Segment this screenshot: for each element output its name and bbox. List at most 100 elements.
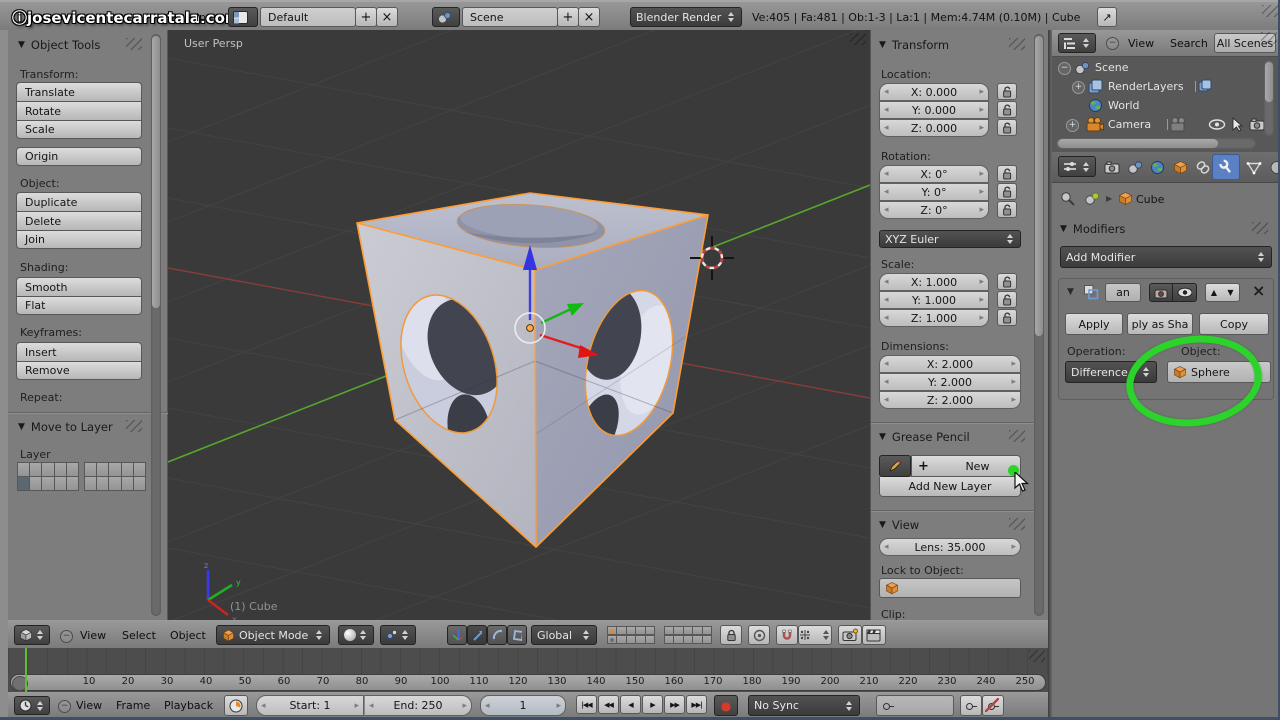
- modifier-move-down-button[interactable]: ▼: [1222, 283, 1240, 302]
- manipulator-axes-button[interactable]: [447, 625, 467, 645]
- lock-location-z-button[interactable]: [997, 119, 1017, 136]
- pivot-point-select[interactable]: [380, 625, 416, 645]
- properties-editor-type-button[interactable]: [1058, 156, 1096, 177]
- mode-select[interactable]: Object Mode: [216, 625, 330, 645]
- tab-modifiers-active[interactable]: [1212, 154, 1240, 180]
- jump-to-end-button[interactable]: ▶▶|: [686, 695, 707, 714]
- playhead[interactable]: [25, 648, 27, 692]
- modifier-view-toggle[interactable]: [1173, 283, 1197, 302]
- breadcrumb-object-name[interactable]: Cube: [1136, 193, 1164, 206]
- manipulator-scale-button[interactable]: [507, 625, 527, 645]
- manipulator-rotate-button[interactable]: [487, 625, 507, 645]
- layer-toggle-cell[interactable]: [132, 462, 146, 477]
- opengl-render-anim-button[interactable]: [862, 625, 886, 645]
- collapse-menus-button[interactable]: −: [1106, 37, 1119, 50]
- tab-render-icon[interactable]: [1104, 160, 1121, 175]
- frame-start-field[interactable]: Start: 1: [256, 695, 364, 716]
- screen-layout-name-field[interactable]: Default: [260, 7, 356, 27]
- layer-grid-block2[interactable]: [84, 462, 146, 491]
- npanel-scrollbar[interactable]: [1034, 34, 1044, 616]
- panel-grip[interactable]: [1252, 222, 1268, 234]
- next-keyframe-button[interactable]: ▶▶: [664, 695, 685, 714]
- scale-x-field[interactable]: X: 1.000: [879, 273, 989, 291]
- lock-to-scene-button[interactable]: [720, 625, 742, 645]
- help-menu-remnant[interactable]: lp: [196, 11, 206, 24]
- add-scene-button[interactable]: +: [557, 7, 579, 27]
- rotation-mode-select[interactable]: XYZ Euler: [879, 230, 1021, 248]
- outliner-row-camera[interactable]: + Camera: [1052, 115, 1280, 134]
- modifiers-panel-header[interactable]: ▼ Modifiers: [1060, 222, 1125, 236]
- layer-toggle-cell[interactable]: [65, 462, 79, 477]
- grease-pencil-panel-header[interactable]: ▼ Grease Pencil: [879, 430, 970, 444]
- outliner-view-menu[interactable]: View: [1128, 37, 1154, 50]
- lock-location-x-button[interactable]: [997, 83, 1017, 100]
- remove-keyframe-button[interactable]: Remove: [16, 361, 142, 380]
- add-modifier-select[interactable]: Add Modifier: [1060, 246, 1272, 268]
- grease-pencil-draw-button[interactable]: [879, 455, 911, 477]
- timeline-playback-menu[interactable]: Playback: [164, 699, 213, 712]
- rotation-x-field[interactable]: X: 0°: [879, 165, 989, 183]
- transform-orientation-select[interactable]: Global: [531, 625, 597, 645]
- viewport-editor-type-button[interactable]: [14, 625, 50, 645]
- modifier-apply-as-shape-button[interactable]: ply as Sha: [1127, 313, 1193, 335]
- lens-field[interactable]: Lens: 35.000: [879, 538, 1021, 556]
- layer-toggle-cell[interactable]: [701, 635, 712, 644]
- lock-rotation-x-button[interactable]: [997, 165, 1017, 182]
- snap-element-select[interactable]: [798, 625, 832, 645]
- outliner-row-world[interactable]: World: [1052, 96, 1280, 115]
- tab-data-icon[interactable]: [1246, 160, 1262, 175]
- pin-icon[interactable]: [1060, 191, 1076, 207]
- visibility-eye-icon[interactable]: [1208, 118, 1226, 131]
- dimensions-x-field[interactable]: X: 2.000: [879, 355, 1021, 373]
- record-button[interactable]: ●: [714, 695, 738, 716]
- timeline-frame-menu[interactable]: Frame: [116, 699, 150, 712]
- rotation-z-field[interactable]: Z: 0°: [879, 201, 989, 219]
- scrollbar-thumb[interactable]: [1058, 139, 1218, 148]
- layer-toggle-cell[interactable]: [701, 626, 712, 635]
- view-menu[interactable]: View: [80, 629, 106, 642]
- tab-world-icon[interactable]: [1150, 160, 1165, 175]
- viewport-layers-block2[interactable]: [664, 626, 712, 644]
- scrollbar-thumb[interactable]: [152, 36, 160, 308]
- outliner-editor-type-button[interactable]: [1058, 33, 1096, 53]
- select-menu[interactable]: Select: [122, 629, 156, 642]
- rotation-y-field[interactable]: Y: 0°: [879, 183, 989, 201]
- lock-rotation-y-button[interactable]: [997, 183, 1017, 200]
- layer-toggle-cell[interactable]: [644, 635, 655, 644]
- screen-layout-selector-button[interactable]: [228, 7, 258, 27]
- join-button[interactable]: Join: [16, 230, 142, 249]
- delete-button[interactable]: Delete: [16, 211, 142, 230]
- use-preview-range-button[interactable]: [224, 695, 248, 716]
- tab-scene-icon[interactable]: [1127, 160, 1143, 175]
- origin-button[interactable]: Origin: [16, 147, 142, 166]
- view-panel-header[interactable]: ▼ View: [879, 518, 919, 532]
- scene-name-field[interactable]: Scene: [462, 7, 558, 27]
- delete-layout-button[interactable]: ×: [376, 7, 398, 27]
- viewport-scene[interactable]: z y x: [168, 30, 870, 620]
- panel-grip[interactable]: [126, 38, 142, 50]
- duplicate-button[interactable]: Duplicate: [16, 192, 142, 211]
- layer-toggle-cell[interactable]: [65, 476, 79, 491]
- add-new-layer-button[interactable]: Add New Layer: [879, 477, 1021, 497]
- layer-toggle-cell[interactable]: [132, 476, 146, 491]
- tool-shelf-scrollbar[interactable]: [151, 34, 161, 616]
- dimensions-z-field[interactable]: Z: 2.000: [879, 391, 1021, 409]
- modifier-apply-button[interactable]: Apply: [1065, 313, 1123, 335]
- lock-scale-x-button[interactable]: [997, 273, 1017, 290]
- insert-keyframe-button[interactable]: Insert: [16, 342, 142, 361]
- scrollbar-thumb[interactable]: [1035, 36, 1043, 336]
- frame-end-field[interactable]: End: 250: [364, 695, 472, 716]
- collapse-menus-button[interactable]: −: [58, 700, 71, 713]
- insert-keyframes-button[interactable]: [960, 695, 982, 716]
- panel-grip[interactable]: [1009, 430, 1025, 442]
- layer-grid-block1[interactable]: [17, 462, 79, 491]
- manipulator-translate-button[interactable]: [467, 625, 487, 645]
- grease-pencil-new-button[interactable]: + New: [911, 455, 1021, 477]
- timeline-view-menu[interactable]: View: [76, 699, 102, 712]
- layer-toggle-cell[interactable]: [644, 626, 655, 635]
- previous-keyframe-button[interactable]: ◀◀: [598, 695, 619, 714]
- lock-rotation-z-button[interactable]: [997, 201, 1017, 218]
- jump-to-start-button[interactable]: |◀◀: [576, 695, 597, 714]
- sync-mode-select[interactable]: No Sync: [748, 695, 860, 716]
- location-z-field[interactable]: Z: 0.000: [879, 119, 989, 137]
